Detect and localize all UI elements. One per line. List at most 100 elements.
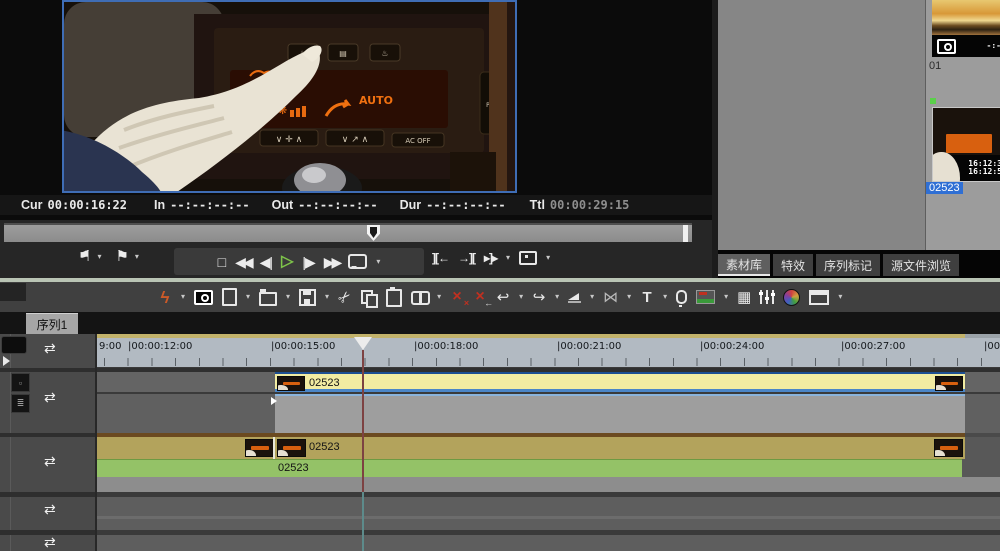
new-dropdown-icon[interactable]: ▾	[246, 293, 250, 301]
duplicate-icon[interactable]	[411, 291, 428, 304]
track-header-column: ⇄ ▫ ≣ ⇄ ⇄ ⇄ ⇄	[0, 334, 97, 551]
dur-timecode: --:--:--:--	[426, 198, 505, 212]
layout-dropdown-icon[interactable]: ▾	[838, 293, 842, 301]
voiceover-mic-icon[interactable]	[676, 290, 687, 304]
transition-dropdown-icon[interactable]: ▾	[627, 293, 631, 301]
panel-layout-icon[interactable]	[809, 290, 829, 305]
set-in-dropdown-icon[interactable]: ▾	[97, 253, 101, 261]
lcd-auto-label: AUTO	[359, 94, 393, 107]
track1-sync-icon[interactable]: ⇄	[44, 390, 56, 404]
tab-effects[interactable]: 特效	[773, 254, 813, 276]
seek-playhead-marker[interactable]	[367, 225, 380, 241]
olive-clip-pair[interactable]: 02523	[97, 437, 965, 459]
stop-button[interactable]: □	[218, 255, 226, 269]
tab-sequence-markers[interactable]: 序列标记	[816, 254, 880, 276]
duplicate-dropdown-icon[interactable]: ▾	[437, 293, 441, 301]
prev-frame-button[interactable]: ◀|	[260, 255, 272, 269]
audio-track-sub-row[interactable]	[97, 477, 1000, 492]
video-track-button[interactable]: ▫	[11, 373, 30, 392]
track-master-button[interactable]	[1, 336, 27, 354]
track-3-empty[interactable]	[97, 497, 1000, 516]
tab-sequence-1[interactable]: 序列1	[26, 313, 78, 335]
toolbar-corner-box	[0, 283, 26, 301]
track-3-sub-row[interactable]	[97, 519, 1000, 530]
track-4-empty[interactable]	[97, 535, 1000, 551]
track4-sync-icon[interactable]: ⇄	[44, 535, 56, 549]
video-clip-selected[interactable]: 02523	[275, 372, 965, 392]
delete-icon[interactable]: ××	[450, 289, 464, 305]
timeline-ruler[interactable]: 9:00 |00:00:12:00 |00:00:15:00 |00:00:18…	[97, 334, 1000, 367]
clip-mixer-region[interactable]	[275, 394, 965, 433]
video-editor-window: ♨ ▤ ♨ 18 c ❋ AUTO PWR ∨ ✛ ∧ ∨ ↗ ∧ A	[0, 0, 1000, 551]
set-in-flag-button[interactable]: ⚑	[78, 249, 91, 264]
audio-mixer-icon[interactable]	[760, 290, 774, 304]
set-out-flag-button[interactable]: ⚑	[115, 249, 128, 264]
audio-track-button[interactable]: ≣	[11, 394, 30, 413]
ruler-inout-strip	[97, 334, 965, 338]
audio-clip-green[interactable]: 02523	[97, 459, 962, 477]
display-mode-icon[interactable]	[519, 251, 537, 265]
rewind-button[interactable]: ◀◀	[235, 255, 251, 269]
capture-flash-icon[interactable]: ϟ	[158, 289, 172, 306]
export-icon[interactable]	[696, 290, 715, 304]
bin-tab-bar: 素材库 特效 序列标记 源文件浏览	[718, 250, 1000, 278]
sequence-tab-row: 序列1	[0, 312, 1000, 334]
play-around-dropdown-icon[interactable]: ▾	[506, 254, 510, 262]
undo-icon[interactable]: ↩	[496, 290, 510, 305]
tab-material-library[interactable]: 素材库	[718, 254, 770, 276]
paste-icon[interactable]	[386, 289, 402, 307]
asset-photo-label[interactable]: 01	[929, 60, 941, 72]
redo-icon[interactable]: ↪	[532, 290, 546, 305]
open-project-icon[interactable]	[259, 292, 277, 306]
video-track-2[interactable]: 02523	[97, 437, 1000, 459]
grid-keypad-icon[interactable]: ▦	[737, 290, 751, 305]
asset-video-label[interactable]: 02523	[926, 182, 963, 194]
clip-name-label: 02523	[309, 442, 340, 453]
ripple-delete-icon[interactable]: ×←	[473, 289, 487, 305]
display-mode-dropdown-icon[interactable]: ▾	[546, 254, 550, 262]
set-out-dropdown-icon[interactable]: ▾	[135, 253, 139, 261]
copy-icon[interactable]	[361, 290, 377, 305]
flash-dropdown-icon[interactable]: ▾	[181, 293, 185, 301]
clip-end-thumbnail	[935, 376, 963, 391]
undo-dropdown-icon[interactable]: ▾	[519, 293, 523, 301]
new-sequence-icon[interactable]	[222, 288, 237, 306]
track2-sync-icon[interactable]: ⇄	[44, 454, 56, 468]
color-correction-icon[interactable]	[783, 289, 800, 306]
ruler-sync-icon[interactable]: ⇄	[44, 341, 56, 355]
razor-cut-icon[interactable]	[568, 291, 581, 303]
playback-indicator-icon	[3, 356, 15, 366]
audio-track-2[interactable]: 02523	[97, 459, 1000, 477]
play-around-cursor-button[interactable]: ▸]▸	[484, 252, 497, 264]
transition-icon[interactable]: ⋈	[603, 290, 618, 305]
fast-forward-button[interactable]: ▶▶	[324, 255, 340, 269]
tab-source-browser[interactable]: 源文件浏览	[883, 254, 959, 276]
playback-button-panel: □ ◀◀ ◀| ▷ |▶ ▶▶ ▾	[174, 248, 424, 275]
seek-bar[interactable]	[4, 223, 692, 242]
razor-dropdown-icon[interactable]: ▾	[590, 293, 594, 301]
play-button[interactable]: ▷	[281, 254, 293, 270]
save-dropdown-icon[interactable]: ▾	[325, 293, 329, 301]
timeline-playhead-handle[interactable]	[354, 337, 372, 359]
save-project-icon[interactable]	[299, 289, 316, 306]
open-dropdown-icon[interactable]: ▾	[286, 293, 290, 301]
export-dropdown-icon[interactable]: ▾	[724, 293, 728, 301]
video-track-1[interactable]: 02523	[97, 372, 1000, 392]
asset-photo-thumbnail[interactable]: -:-	[932, 0, 1000, 57]
loop-playback-icon[interactable]	[348, 254, 367, 269]
timeline-playhead-line[interactable]	[362, 350, 364, 492]
track3-sync-icon[interactable]: ⇄	[44, 502, 56, 516]
jump-to-in-button[interactable]: ][←	[432, 252, 449, 264]
video-preview[interactable]: ♨ ▤ ♨ 18 c ❋ AUTO PWR ∨ ✛ ∧ ∨ ↗ ∧ A	[62, 0, 517, 193]
title-dropdown-icon[interactable]: ▾	[663, 293, 667, 301]
video-track-1-mixer-area[interactable]	[97, 394, 1000, 433]
jump-to-out-button[interactable]: →][	[458, 252, 475, 264]
title-tool-icon[interactable]: T	[640, 290, 654, 305]
asset-video-thumbnail[interactable]: 16:12:3 16:12:5	[932, 107, 1000, 182]
loop-dropdown-icon[interactable]: ▾	[376, 258, 380, 266]
transport-controls: ⚑ ▾ ⚑ ▾ □ ◀◀ ◀| ▷ |▶ ▶▶ ▾ ][← →][ ▸]▸ ▾ …	[0, 246, 712, 278]
screenshot-camera-icon[interactable]	[194, 290, 213, 305]
next-frame-button[interactable]: |▶	[302, 255, 314, 269]
redo-dropdown-icon[interactable]: ▾	[555, 293, 559, 301]
cut-scissors-icon[interactable]: ✂	[335, 287, 356, 308]
